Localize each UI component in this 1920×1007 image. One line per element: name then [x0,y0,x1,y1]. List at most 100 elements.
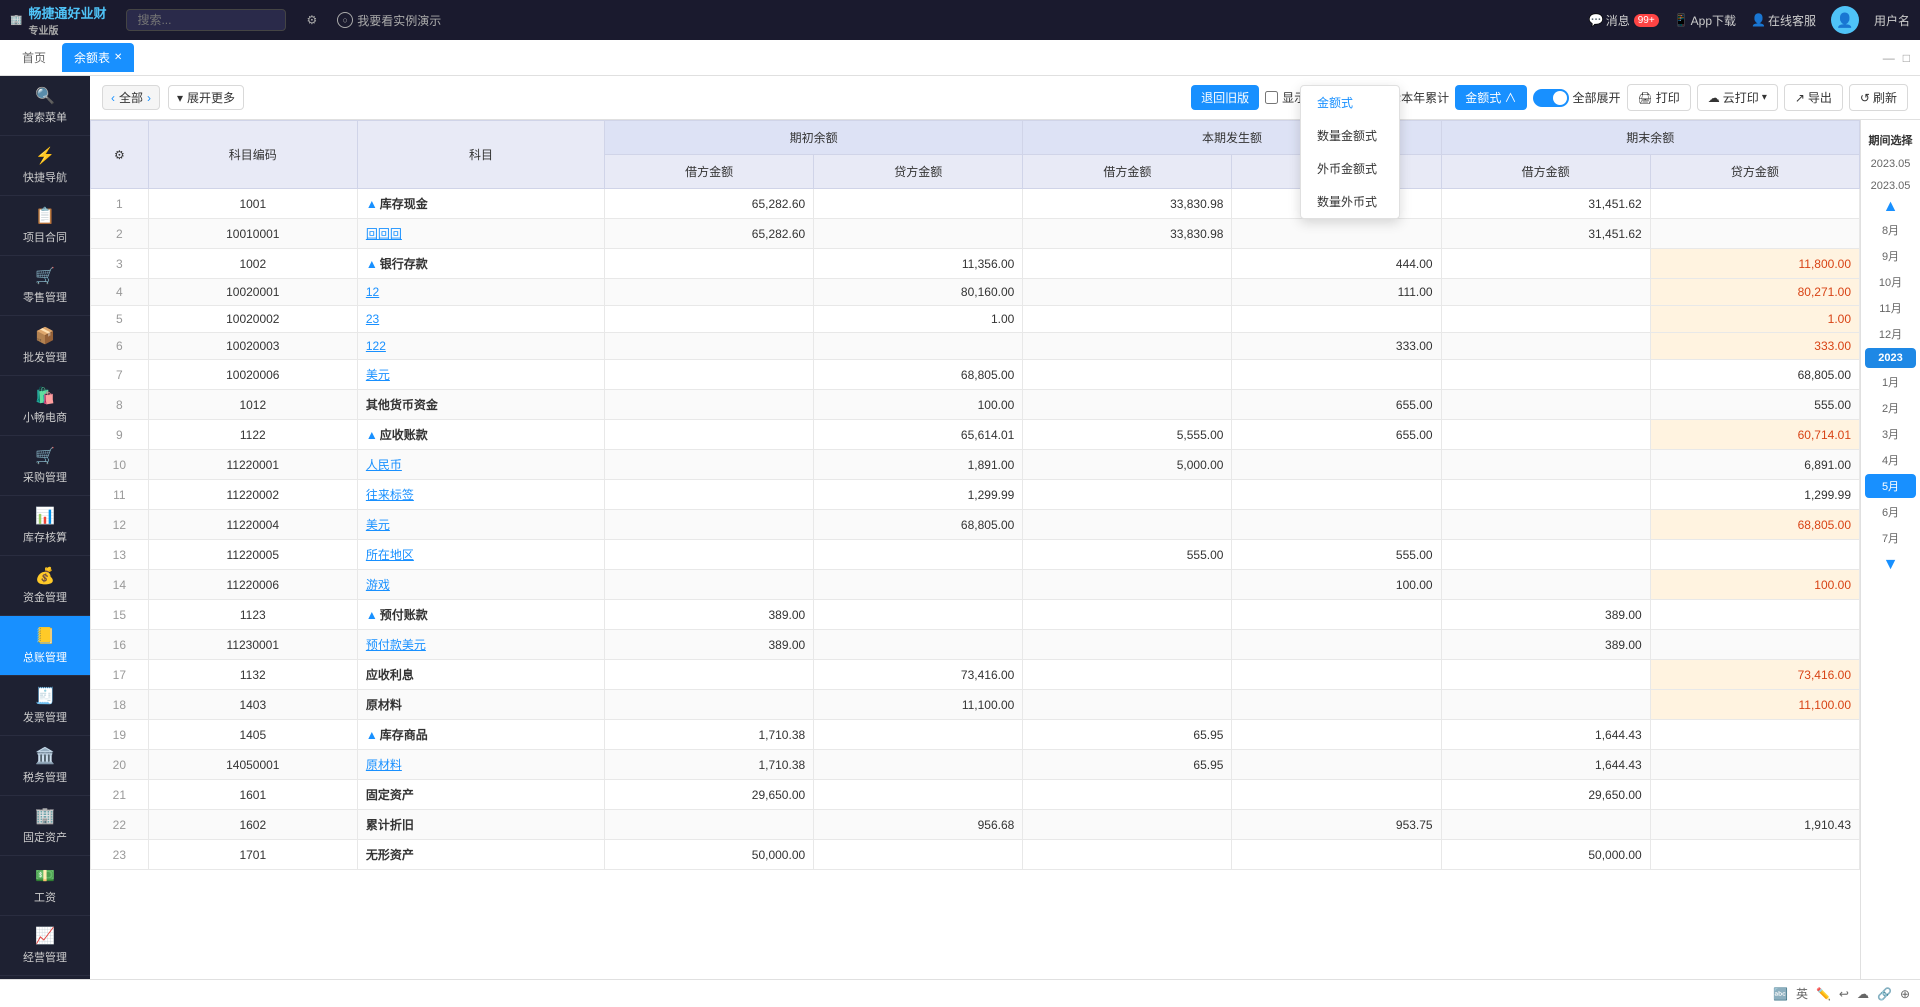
period-3[interactable]: 3月 [1865,422,1916,446]
mode-option-qty-amount[interactable]: 数量金额式 [1301,119,1399,152]
settings-icon[interactable]: ⚙ [306,13,317,27]
table-row[interactable]: 610020003122333.00333.00 [91,333,1860,360]
row-name[interactable]: 游戏 [357,570,604,600]
bottom-icon-1[interactable]: 🔤 [1773,987,1788,1001]
table-row[interactable]: 91122▲应收账款65,614.015,555.00655.0060,714.… [91,420,1860,450]
user-avatar[interactable]: 👤 [1831,6,1859,34]
auxiliary-checkbox[interactable] [1265,91,1278,104]
account-name-link[interactable]: 累计折旧 [366,818,414,832]
table-row[interactable]: 191405▲库存商品1,710.3865.951,644.43 [91,720,1860,750]
sidebar-item-search[interactable]: 🔍 搜索菜单 [0,76,90,136]
scroll-up-icon[interactable]: ▲ [1883,198,1899,216]
period-7[interactable]: 7月 [1865,526,1916,550]
row-name[interactable]: 美元 [357,510,604,540]
period-year-2023[interactable]: 2023 [1865,348,1916,368]
account-name-link[interactable]: 12 [366,285,379,299]
account-name-link[interactable]: 23 [366,312,379,326]
table-row[interactable]: 151123▲预付账款389.00389.00 [91,600,1860,630]
sidebar-item-operation[interactable]: 📈 经营管理 [0,916,90,976]
period-2023-05-b[interactable]: 2023.05 [1865,176,1916,196]
row-name[interactable]: 其他货币资金 [357,390,604,420]
row-name[interactable]: 122 [357,333,604,360]
scroll-down-icon[interactable]: ▼ [1883,556,1899,574]
tab-maximize-icon[interactable]: □ [1903,51,1910,65]
account-name-link[interactable]: 预付款美元 [366,638,426,652]
row-name[interactable]: 预付款美元 [357,630,604,660]
bottom-icon-3[interactable]: ✏️ [1816,987,1831,1001]
row-name[interactable]: 应收利息 [357,660,604,690]
period-6[interactable]: 6月 [1865,500,1916,524]
table-row[interactable]: 31002▲银行存款11,356.00444.0011,800.00 [91,249,1860,279]
nav-forward-icon[interactable]: › [147,91,151,105]
tab-yue-biao[interactable]: 余额表 ✕ [62,43,134,72]
sidebar-item-capital[interactable]: 💰 资金管理 [0,556,90,616]
sidebar-item-retail[interactable]: 🛒 零售管理 [0,256,90,316]
period-11[interactable]: 11月 [1865,296,1916,320]
table-row[interactable]: 1211220004美元68,805.0068,805.00 [91,510,1860,540]
account-name-link[interactable]: 应收利息 [366,668,414,682]
period-2023-05-a[interactable]: 2023.05 [1865,154,1916,174]
table-row[interactable]: 510020002231.001.00 [91,306,1860,333]
table-row[interactable]: 710020006美元68,805.0068,805.00 [91,360,1860,390]
table-row[interactable]: 171132应收利息73,416.0073,416.00 [91,660,1860,690]
account-name-link[interactable]: 美元 [366,368,390,382]
period-1[interactable]: 1月 [1865,370,1916,394]
online-service-btn[interactable]: 👤 在线客服 [1751,12,1816,29]
table-row[interactable]: 1311220005所在地区555.00555.00 [91,540,1860,570]
table-row[interactable]: 1611230001预付款美元389.00389.00 [91,630,1860,660]
period-12[interactable]: 12月 [1865,322,1916,346]
return-old-btn[interactable]: 退回旧版 [1191,85,1259,110]
account-name-link[interactable]: 美元 [366,518,390,532]
mode-option-qty-foreign[interactable]: 数量外币式 [1301,185,1399,218]
account-name-link[interactable]: 应收账款 [380,428,428,442]
account-name-link[interactable]: 无形资产 [366,848,414,862]
account-name-link[interactable]: 回回回 [366,227,402,241]
app-download-btn[interactable]: 📱 App下载 [1674,12,1736,29]
table-row[interactable]: 81012其他货币资金100.00655.00555.00 [91,390,1860,420]
account-name-link[interactable]: 游戏 [366,578,390,592]
period-scroll-down[interactable]: ▼ [1865,556,1916,574]
row-name[interactable]: 23 [357,306,604,333]
row-name[interactable]: ▲库存商品 [357,720,604,750]
table-row[interactable]: 4100200011280,160.00111.0080,271.00 [91,279,1860,306]
top-search-input[interactable] [126,9,286,31]
bottom-icon-7[interactable]: ⊕ [1900,987,1910,1001]
refresh-btn[interactable]: ↺ 刷新 [1849,84,1908,111]
mode-option-foreign-amount[interactable]: 外币金额式 [1301,152,1399,185]
tab-close-btn[interactable]: ✕ [114,52,122,63]
row-name[interactable]: 回回回 [357,219,604,249]
sidebar-item-tax[interactable]: 🏛️ 税务管理 [0,736,90,796]
account-name-link[interactable]: 银行存款 [380,257,428,271]
message-btn[interactable]: 💬 消息 99+ [1589,12,1659,29]
table-row[interactable]: 1011220001人民币1,891.005,000.006,891.00 [91,450,1860,480]
bottom-icon-5[interactable]: ☁ [1857,987,1869,1001]
period-scroll-up[interactable]: ▲ [1865,198,1916,216]
table-row[interactable]: 181403原材料11,100.0011,100.00 [91,690,1860,720]
period-8[interactable]: 8月 [1865,218,1916,242]
print-btn[interactable]: 🖨 打印 [1627,84,1691,111]
sidebar-item-assets[interactable]: 🏢 固定资产 [0,796,90,856]
account-name-link[interactable]: 库存现金 [380,197,428,211]
mode-btn[interactable]: 金额式 ∧ [1455,85,1526,110]
account-name-link[interactable]: 库存商品 [380,728,428,742]
sidebar-item-ecom[interactable]: 🛍️ 小畅电商 [0,376,90,436]
row-name[interactable]: 累计折旧 [357,810,604,840]
account-name-link[interactable]: 往来标签 [366,488,414,502]
cloud-print-btn[interactable]: ☁ 云打印 ▾ [1697,84,1778,111]
account-name-link[interactable]: 原材料 [366,758,402,772]
export-btn[interactable]: ↗ 导出 [1784,84,1843,111]
row-name[interactable]: 美元 [357,360,604,390]
period-5-current[interactable]: 5月 [1865,474,1916,498]
sidebar-item-wholesale[interactable]: 📦 批发管理 [0,316,90,376]
bottom-lang[interactable]: 英 [1796,985,1808,1002]
period-9[interactable]: 9月 [1865,244,1916,268]
demo-link[interactable]: ○ 我要看实例演示 [337,12,441,29]
row-name[interactable]: 往来标签 [357,480,604,510]
table-row[interactable]: 221602累计折旧956.68953.751,910.43 [91,810,1860,840]
row-name[interactable]: 原材料 [357,750,604,780]
table-row[interactable]: 1111220002往来标签1,299.991,299.99 [91,480,1860,510]
tab-home[interactable]: 首页 [10,43,58,72]
account-name-link[interactable]: 预付账款 [380,608,428,622]
row-name[interactable]: 固定资产 [357,780,604,810]
period-4[interactable]: 4月 [1865,448,1916,472]
